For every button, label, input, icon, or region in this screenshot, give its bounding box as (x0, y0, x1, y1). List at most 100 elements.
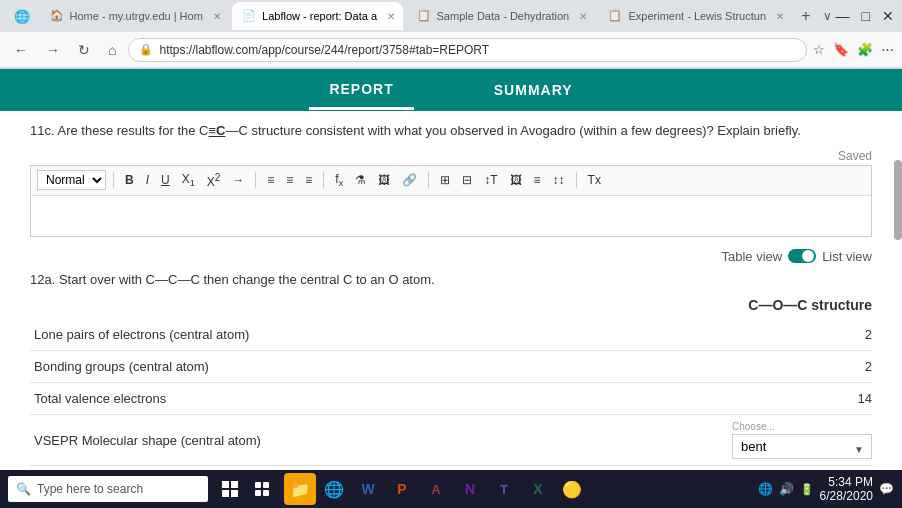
table-view-label: Table view (721, 249, 782, 264)
svg-rect-6 (255, 490, 261, 496)
special-char-button[interactable]: ≡ (530, 171, 545, 189)
home-tab-icon: 🏠 (50, 9, 64, 23)
table-remove-button[interactable]: ⊟ (458, 171, 476, 189)
structure-title: C—O—C structure (30, 297, 872, 313)
tab-experiment[interactable]: 📋 Experiment - Lewis Structun ✕ (598, 2, 791, 30)
view-toggle[interactable] (788, 249, 816, 263)
question-11c: 11c. Are these results for the C≡C—C str… (30, 121, 872, 141)
table-button[interactable]: ⊞ (436, 171, 454, 189)
image-button[interactable]: 🖼 (374, 171, 394, 189)
table-resize-button[interactable]: ↕T (480, 171, 501, 189)
toggle-knob (802, 250, 814, 262)
forward-button[interactable]: → (40, 40, 66, 60)
back-button[interactable]: ← (8, 40, 34, 60)
scrollbar[interactable] (894, 160, 902, 240)
taskbar-word[interactable]: W (352, 473, 384, 505)
editor-toolbar: Normal B I U X1 X2 → ≡ ≡ ≡ fx ⚗ 🖼 🔗 ⊞ ⊟ … (31, 166, 871, 196)
list-view-label: List view (822, 249, 872, 264)
bookmarks-icon[interactable]: ☆ (813, 42, 825, 57)
rich-text-editor[interactable]: Normal B I U X1 X2 → ≡ ≡ ≡ fx ⚗ 🖼 🔗 ⊞ ⊟ … (30, 165, 872, 237)
align-button[interactable]: ≡ (301, 171, 316, 189)
tab-labflow-label: Labflow - report: Data a (262, 10, 377, 22)
list-button[interactable]: ≡ (263, 171, 278, 189)
network-icon[interactable]: 🌐 (758, 482, 773, 496)
taskbar-teams[interactable]: T (488, 473, 520, 505)
profile-icon[interactable]: 🔖 (833, 42, 849, 57)
minimize-button[interactable]: — (836, 8, 850, 24)
refresh-button[interactable]: ↻ (72, 40, 96, 60)
labflow-tab-icon: 📄 (242, 9, 256, 23)
volume-icon[interactable]: 🔊 (779, 482, 794, 496)
taskbar-windows-icon[interactable] (216, 475, 244, 503)
taskbar-excel[interactable]: X (522, 473, 554, 505)
notification-icon[interactable]: 💬 (879, 482, 894, 496)
taskbar-right: 🌐 🔊 🔋 5:34 PM 6/28/2020 💬 (758, 475, 894, 503)
tab-sample-close[interactable]: ✕ (579, 11, 587, 22)
svg-rect-0 (222, 481, 229, 488)
taskbar-time: 5:34 PM 6/28/2020 (820, 475, 873, 503)
format-select[interactable]: Normal (37, 170, 106, 190)
taskbar-onenote[interactable]: N (454, 473, 486, 505)
taskbar-chrome[interactable]: 🟡 (556, 473, 588, 505)
taskbar-edge[interactable]: 🌐 (318, 473, 350, 505)
superscript-button[interactable]: X2 (203, 170, 225, 191)
vsepr-select[interactable]: bent linear trigonal planar tetrahedral (732, 434, 872, 459)
tab-summary[interactable]: SUMMARY (474, 72, 593, 108)
clock-time: 5:34 PM (820, 475, 873, 489)
chemistry-button[interactable]: ⚗ (351, 171, 370, 189)
address-text: https://labflow.com/app/course/244/repor… (159, 43, 796, 57)
formula-button[interactable]: fx (331, 170, 347, 190)
taskbar-access[interactable]: A (420, 473, 452, 505)
divider-2 (255, 172, 256, 188)
valence-electrons-value: 14 (772, 391, 872, 406)
underline-button[interactable]: U (157, 171, 174, 189)
new-tab-button[interactable]: + (795, 7, 816, 25)
vsepr-row: VSEPR Molecular shape (central atom) Cho… (30, 415, 872, 466)
taskbar-search-bar[interactable]: 🔍 Type here to search (8, 476, 208, 502)
tab-experiment-close[interactable]: ✕ (776, 11, 784, 22)
settings-icon[interactable]: ⋯ (881, 42, 894, 57)
taskbar-apps: 📁 🌐 W P A N T X 🟡 (284, 473, 588, 505)
bonding-groups-value: 2 (772, 359, 872, 374)
home-button[interactable]: ⌂ (102, 40, 122, 60)
text-format-button[interactable]: Tx (584, 171, 605, 189)
taskbar-powerpoint[interactable]: P (386, 473, 418, 505)
bold-button[interactable]: B (121, 171, 138, 189)
search-placeholder: Type here to search (37, 482, 143, 496)
taskbar: 🔍 Type here to search 📁 🌐 W P A N T X 🟡 … (0, 470, 902, 508)
divider-4 (428, 172, 429, 188)
tab-labflow[interactable]: 📄 Labflow - report: Data a ✕ (232, 2, 402, 30)
subscript-button[interactable]: X1 (178, 170, 199, 190)
tab-labflow-close[interactable]: ✕ (387, 11, 395, 22)
extensions-icon[interactable]: 🧩 (857, 42, 873, 57)
taskbar-file-explorer[interactable]: 📁 (284, 473, 316, 505)
italic-button[interactable]: I (142, 171, 153, 189)
svg-rect-3 (231, 490, 238, 497)
tab-report[interactable]: REPORT (309, 71, 413, 110)
battery-icon: 🔋 (800, 483, 814, 496)
svg-rect-7 (263, 490, 269, 496)
editor-body[interactable] (31, 196, 871, 236)
vsepr-dropdown-container: Choose... bent linear trigonal planar te… (732, 421, 872, 459)
tab-home-label: Home - my.utrgv.edu | Hom (70, 10, 203, 22)
address-bar[interactable]: 🔒 https://labflow.com/app/course/244/rep… (128, 38, 807, 62)
tab-home[interactable]: 🏠 Home - my.utrgv.edu | Hom ✕ (40, 2, 229, 30)
link-button[interactable]: 🔗 (398, 171, 421, 189)
valence-electrons-row: Total valence electrons 14 (30, 383, 872, 415)
taskbar-task-view-icon[interactable] (248, 475, 276, 503)
nav-icons: ☆ 🔖 🧩 ⋯ (813, 42, 894, 57)
sample-tab-icon: 📋 (417, 9, 431, 23)
clock-date: 6/28/2020 (820, 489, 873, 503)
restore-button[interactable]: □ (862, 8, 870, 24)
tab-sample[interactable]: 📋 Sample Data - Dehydration ✕ (407, 2, 595, 30)
close-button[interactable]: ✕ (882, 8, 894, 24)
lone-pairs-value: 2 (772, 327, 872, 342)
indent-button[interactable]: → (228, 171, 248, 189)
tab-home-close[interactable]: ✕ (213, 11, 221, 22)
title-bar: 🌐 🏠 Home - my.utrgv.edu | Hom ✕ 📄 Labflo… (0, 0, 902, 32)
numbered-list-button[interactable]: ≡ (282, 171, 297, 189)
media-button[interactable]: 🖼 (506, 171, 526, 189)
more-button[interactable]: ↕↕ (549, 171, 569, 189)
tab-dropdown-chevron[interactable]: ∨ (823, 9, 832, 23)
divider-3 (323, 172, 324, 188)
